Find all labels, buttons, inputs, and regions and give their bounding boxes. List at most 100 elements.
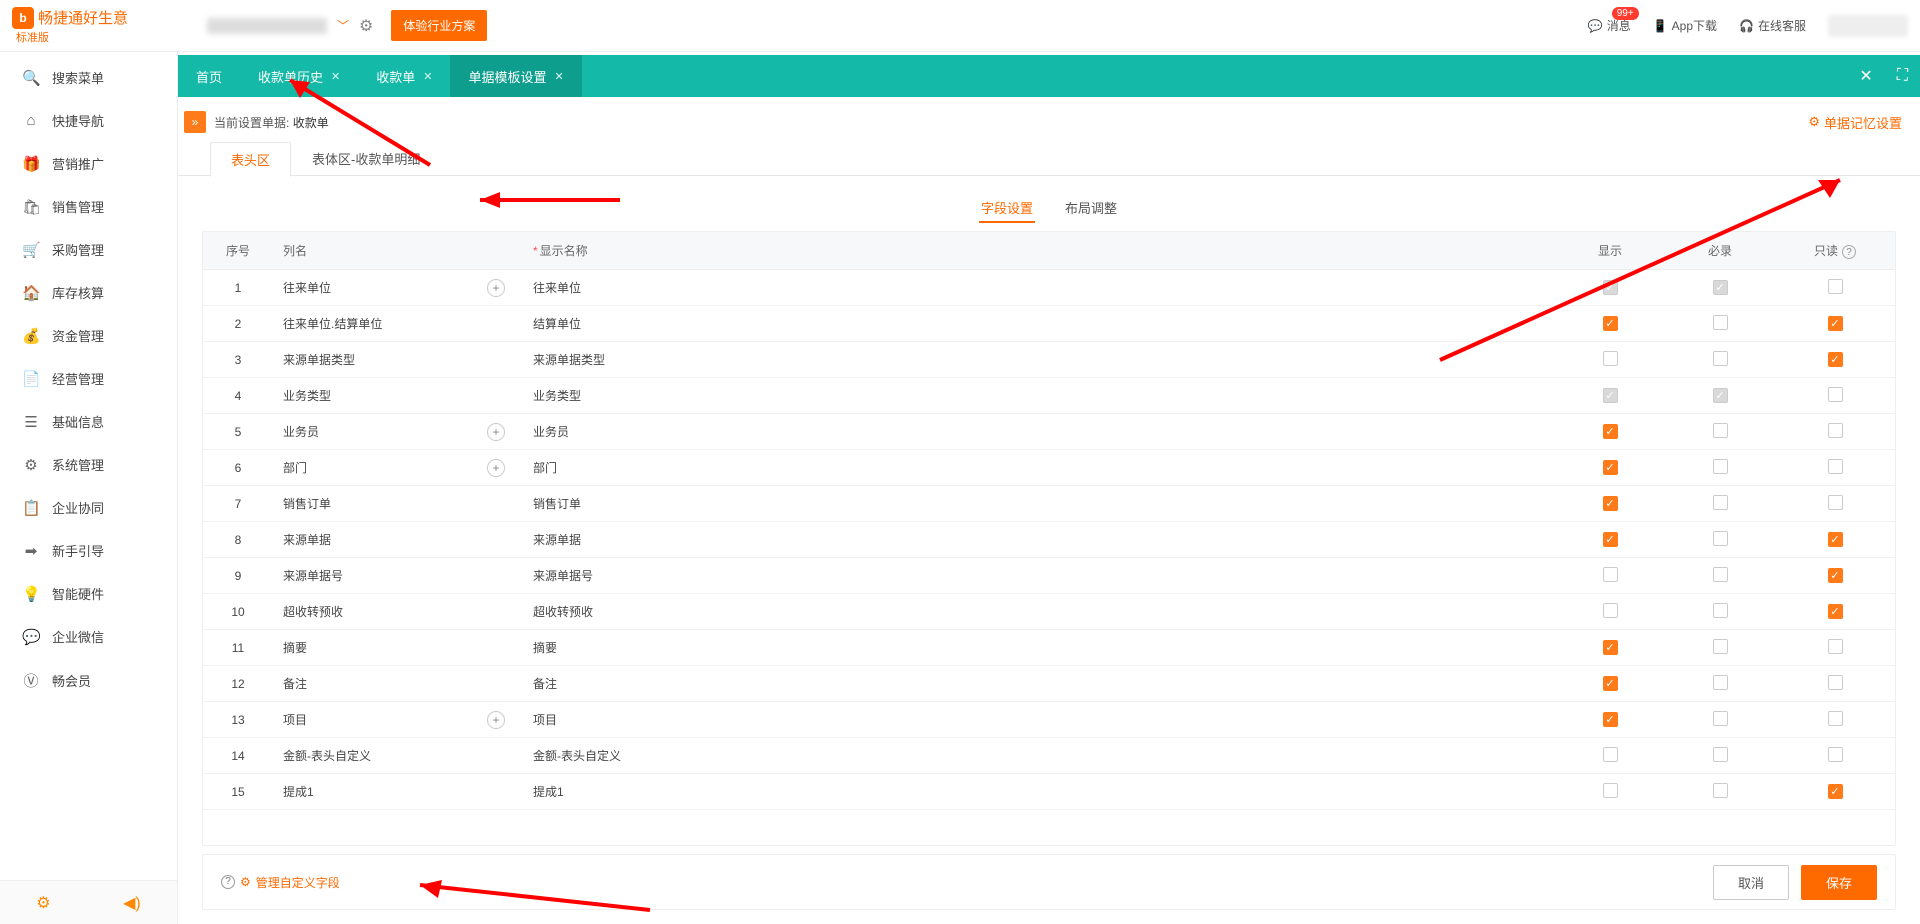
settings-icon[interactable]: ⚙: [36, 893, 50, 913]
nav-item-6[interactable]: 💰资金管理: [0, 314, 177, 357]
checkbox[interactable]: [1603, 496, 1618, 511]
tab-close-icon[interactable]: ✕: [1847, 55, 1884, 97]
nav-item-2[interactable]: 🎁营销推广: [0, 142, 177, 185]
checkbox[interactable]: [1713, 531, 1728, 546]
save-button[interactable]: 保存: [1801, 865, 1877, 900]
checkbox[interactable]: [1713, 567, 1728, 582]
nav-item-10[interactable]: 📋企业协同: [0, 486, 177, 529]
checkbox[interactable]: [1713, 423, 1728, 438]
checkbox[interactable]: [1713, 459, 1728, 474]
checkbox[interactable]: [1603, 603, 1618, 618]
cell-display[interactable]: 往来单位: [523, 279, 1555, 296]
nav-item-13[interactable]: 💬企业微信: [0, 615, 177, 658]
tab-close-icon[interactable]: ✕: [555, 70, 564, 83]
panel-toggle[interactable]: »: [184, 111, 206, 133]
cell-display[interactable]: 项目: [523, 711, 1555, 728]
nav-item-4[interactable]: 🛒采购管理: [0, 228, 177, 271]
tab-2[interactable]: 收款单✕: [358, 55, 450, 97]
checkbox[interactable]: [1603, 424, 1618, 439]
messages-link[interactable]: 💬 消息 99+: [1588, 17, 1631, 34]
checkbox[interactable]: [1828, 532, 1843, 547]
memory-settings-link[interactable]: ⚙ 单据记忆设置: [1808, 113, 1902, 132]
tab-close-icon[interactable]: ✕: [423, 70, 432, 83]
checkbox[interactable]: [1713, 351, 1728, 366]
checkbox[interactable]: [1828, 711, 1843, 726]
area-tab-header[interactable]: 表头区: [210, 142, 291, 177]
checkbox[interactable]: [1603, 316, 1618, 331]
cell-display[interactable]: 摘要: [523, 639, 1555, 656]
cell-display[interactable]: 来源单据类型: [523, 351, 1555, 368]
nav-item-14[interactable]: Ⓥ畅会员: [0, 658, 177, 703]
cell-display[interactable]: 业务类型: [523, 387, 1555, 404]
checkbox[interactable]: [1713, 495, 1728, 510]
help-icon[interactable]: ?: [221, 875, 235, 889]
cell-display[interactable]: 来源单据: [523, 531, 1555, 548]
nav-item-7[interactable]: 📄经营管理: [0, 357, 177, 400]
checkbox[interactable]: [1603, 676, 1618, 691]
checkbox[interactable]: [1603, 567, 1618, 582]
tab-0[interactable]: 首页: [178, 55, 240, 97]
checkbox[interactable]: [1603, 532, 1618, 547]
checkbox[interactable]: [1603, 640, 1618, 655]
nav-item-5[interactable]: 🏠库存核算: [0, 271, 177, 314]
checkbox[interactable]: [1713, 711, 1728, 726]
tab-close-icon[interactable]: ✕: [331, 70, 340, 83]
manage-custom-fields-link[interactable]: ? ⚙ 管理自定义字段: [221, 874, 340, 891]
checkbox[interactable]: [1713, 639, 1728, 654]
add-field-button[interactable]: +: [487, 423, 505, 441]
cancel-button[interactable]: 取消: [1713, 865, 1789, 900]
help-icon[interactable]: ?: [1842, 245, 1856, 259]
service-link[interactable]: 🎧 在线客服: [1739, 17, 1806, 34]
add-field-button[interactable]: +: [487, 459, 505, 477]
checkbox[interactable]: [1713, 675, 1728, 690]
area-tab-body[interactable]: 表体区-收款单明细: [291, 141, 441, 176]
checkbox[interactable]: [1828, 675, 1843, 690]
checkbox[interactable]: [1828, 352, 1843, 367]
org-selector[interactable]: ﹀: [207, 17, 349, 34]
checkbox[interactable]: [1713, 315, 1728, 330]
app-download-link[interactable]: 📱 App下载: [1653, 17, 1717, 34]
cell-display[interactable]: 部门: [523, 459, 1555, 476]
checkbox[interactable]: [1828, 568, 1843, 583]
fullscreen-icon[interactable]: ⛶: [1885, 55, 1920, 97]
tab-3[interactable]: 单据模板设置✕: [450, 55, 581, 97]
checkbox[interactable]: [1828, 387, 1843, 402]
user-avatar[interactable]: [1828, 15, 1908, 37]
cell-display[interactable]: 金额-表头自定义: [523, 747, 1555, 764]
checkbox[interactable]: [1713, 783, 1728, 798]
checkbox[interactable]: [1713, 603, 1728, 618]
checkbox[interactable]: [1828, 316, 1843, 331]
add-field-button[interactable]: +: [487, 711, 505, 729]
checkbox[interactable]: [1828, 604, 1843, 619]
checkbox[interactable]: [1828, 495, 1843, 510]
cell-display[interactable]: 业务员: [523, 423, 1555, 440]
nav-item-12[interactable]: 💡智能硬件: [0, 572, 177, 615]
nav-item-8[interactable]: ☰基础信息: [0, 400, 177, 443]
nav-item-3[interactable]: 🛍销售管理: [0, 185, 177, 228]
checkbox[interactable]: [1828, 784, 1843, 799]
cell-display[interactable]: 来源单据号: [523, 567, 1555, 584]
cell-display[interactable]: 结算单位: [523, 315, 1555, 332]
nav-item-1[interactable]: ⌂快捷导航: [0, 99, 177, 142]
checkbox[interactable]: [1828, 279, 1843, 294]
checkbox[interactable]: [1828, 639, 1843, 654]
sub-tab-layout[interactable]: 布局调整: [1063, 194, 1119, 223]
cell-display[interactable]: 备注: [523, 675, 1555, 692]
cell-display[interactable]: 超收转预收: [523, 603, 1555, 620]
cell-display[interactable]: 提成1: [523, 783, 1555, 800]
checkbox[interactable]: [1603, 783, 1618, 798]
trial-button[interactable]: 体验行业方案: [391, 10, 487, 41]
sub-tab-fields[interactable]: 字段设置: [979, 194, 1035, 223]
checkbox[interactable]: [1603, 351, 1618, 366]
nav-item-0[interactable]: 🔍搜索菜单: [0, 56, 177, 99]
checkbox[interactable]: [1828, 459, 1843, 474]
cell-display[interactable]: 销售订单: [523, 495, 1555, 512]
tab-1[interactable]: 收款单历史✕: [240, 55, 358, 97]
checkbox[interactable]: [1603, 747, 1618, 762]
collapse-icon[interactable]: ◀): [123, 893, 141, 913]
checkbox[interactable]: [1828, 423, 1843, 438]
nav-item-11[interactable]: ➡新手引导: [0, 529, 177, 572]
checkbox[interactable]: [1713, 747, 1728, 762]
gear-icon[interactable]: ⚙: [359, 16, 373, 36]
checkbox[interactable]: [1603, 712, 1618, 727]
